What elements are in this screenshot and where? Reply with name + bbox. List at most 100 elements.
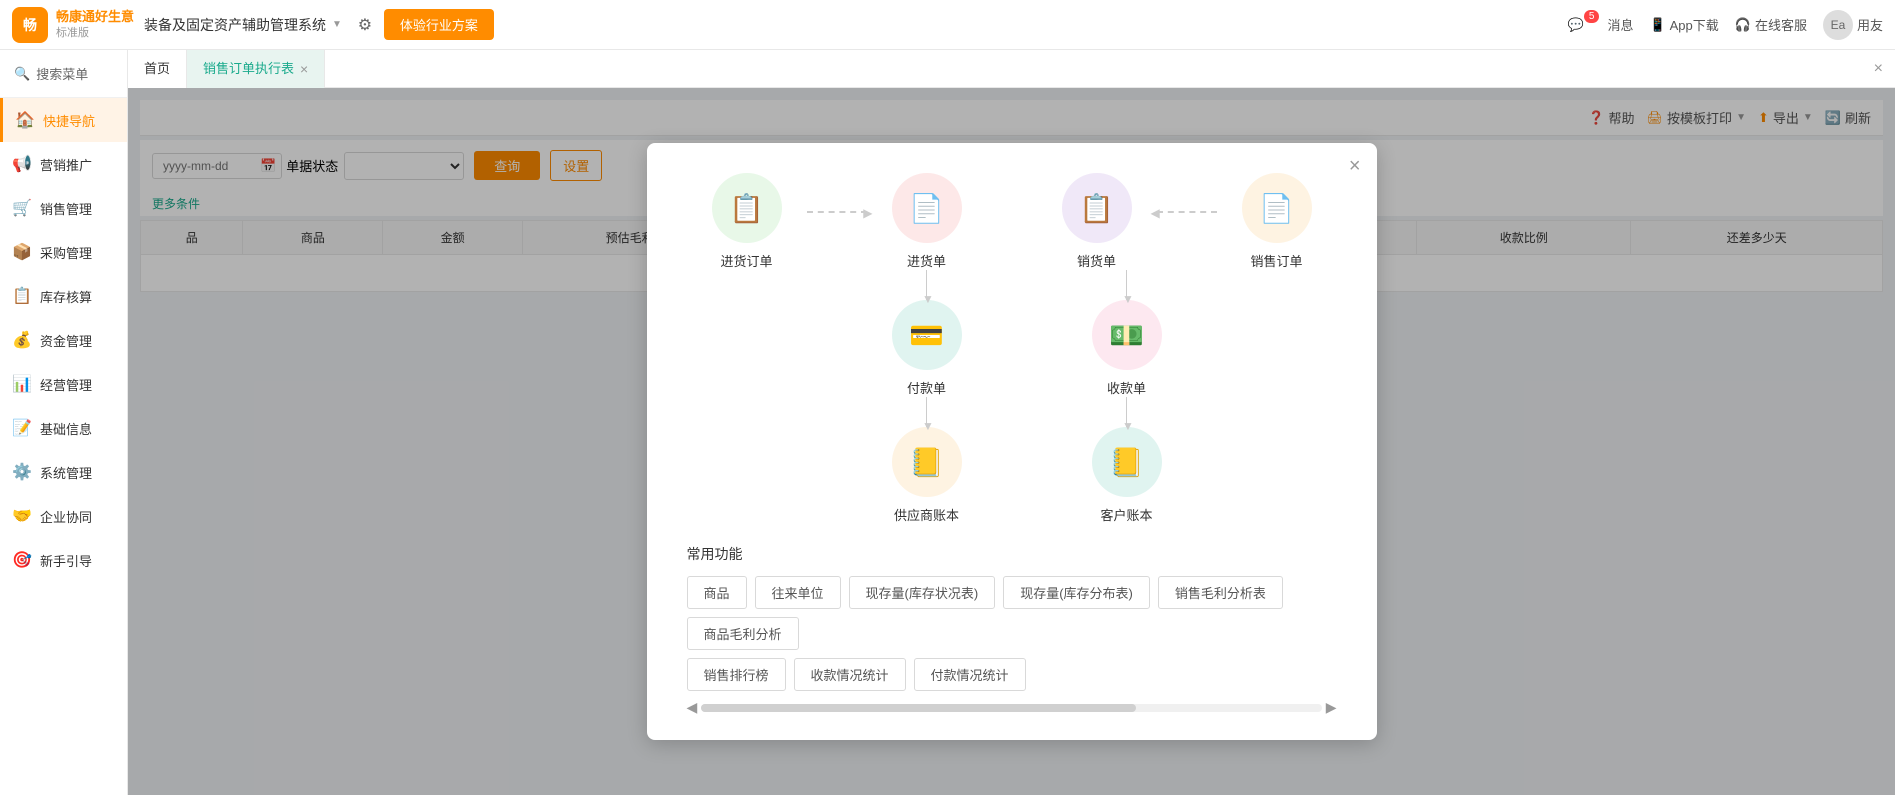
customer-account-circle[interactable]: 📒 — [1092, 427, 1162, 497]
spacer-v2-3 — [987, 397, 1067, 427]
payment-circle[interactable]: 💳 — [892, 300, 962, 370]
logo-text: 畅康通好生意 标准版 — [56, 9, 134, 40]
gear-icon[interactable]: ⚙ — [356, 16, 374, 34]
tab-bar: 首页 销售订单执行表 × × — [128, 50, 1895, 88]
app-download-item[interactable]: 📱 App下载 — [1649, 15, 1718, 34]
func-btn-partner[interactable]: 往来单位 — [755, 576, 841, 609]
sidebar-label-purchase: 采购管理 — [40, 243, 92, 262]
modal-overlay: × 📋 进 — [128, 88, 1895, 795]
message-label: 消息 — [1607, 15, 1633, 34]
sales-bill-label: 销货单 — [1077, 251, 1116, 270]
sidebar-search[interactable]: 🔍 搜索菜单 — [0, 50, 127, 98]
logo-area: 畅 畅康通好生意 标准版 — [12, 7, 134, 43]
sidebar-item-basic[interactable]: 📝 基础信息 — [0, 406, 127, 450]
sidebar-item-finance[interactable]: 💰 资金管理 — [0, 318, 127, 362]
search-menu-btn[interactable]: 🔍 搜索菜单 — [8, 60, 119, 87]
receipt-circle[interactable]: 💵 — [1092, 300, 1162, 370]
payment-label: 付款单 — [907, 378, 946, 397]
try-btn[interactable]: 体验行业方案 — [384, 9, 494, 40]
sidebar-item-enterprise[interactable]: 🤝 企业协同 — [0, 494, 127, 538]
headset-icon: 🎧 — [1735, 17, 1751, 33]
sidebar-item-guide[interactable]: 🎯 新手引导 — [0, 538, 127, 582]
func-btn-sales-rank[interactable]: 销售排行榜 — [687, 658, 786, 691]
scroll-right-btn[interactable]: ▶ — [1326, 699, 1337, 716]
marketing-icon: 📢 — [12, 154, 32, 174]
func-btn-sales-margin[interactable]: 销售毛利分析表 — [1158, 576, 1283, 609]
flow-section: 📋 进货订单 ▶ — [687, 173, 1337, 524]
home-icon: 🏠 — [15, 110, 35, 130]
scroll-thumb[interactable] — [701, 704, 1135, 712]
func-btn-stock-dist[interactable]: 现存量(库存分布表) — [1003, 576, 1150, 609]
supplier-account-circle[interactable]: 📒 — [892, 427, 962, 497]
enterprise-icon: 🤝 — [12, 506, 32, 526]
purchase-bill-node[interactable]: 📄 进货单 — [867, 173, 987, 270]
basic-icon: 📝 — [12, 418, 32, 438]
func-btn-goods-margin[interactable]: 商品毛利分析 — [687, 617, 799, 650]
logo-line2: 标准版 — [56, 26, 134, 40]
flow-row-3: 📒 供应商账本 📒 客户账本 — [687, 427, 1337, 524]
sidebar-item-purchase[interactable]: 📦 采购管理 — [0, 230, 127, 274]
tab-close-btn[interactable]: × — [300, 50, 308, 88]
func-btn-goods[interactable]: 商品 — [687, 576, 747, 609]
purchase-arrow: ▶ — [807, 211, 867, 233]
page-content: ❓ 帮助 🖨 按模板打印 ▼ ⬆ 导出 ▼ 🔄 — [128, 88, 1895, 795]
sidebar-item-sales[interactable]: 🛒 销售管理 — [0, 186, 127, 230]
app-download-label: App下载 — [1670, 15, 1719, 34]
purchase-order-circle[interactable]: 📋 — [712, 173, 782, 243]
tab-sales-order-label: 销售订单执行表 — [203, 50, 294, 88]
purchase-bill-circle[interactable]: 📄 — [892, 173, 962, 243]
sales-order-node[interactable]: 📄 销售订单 — [1217, 173, 1337, 270]
func-btns-row1: 商品 往来单位 现存量(库存状况表) 现存量(库存分布表) 销售毛利分析表 商品… — [687, 576, 1337, 650]
search-icon: 🔍 — [14, 66, 30, 82]
sidebar-item-marketing[interactable]: 📢 营销推广 — [0, 142, 127, 186]
tab-sales-order[interactable]: 销售订单执行表 × — [187, 50, 325, 88]
sales-icon: 🛒 — [12, 198, 32, 218]
sales-order-circle[interactable]: 📄 — [1242, 173, 1312, 243]
purchase-bill-label: 进货单 — [907, 251, 946, 270]
system-dropdown-arrow[interactable]: ▼ — [332, 19, 342, 30]
sidebar-label-system: 系统管理 — [40, 463, 92, 482]
common-title: 常用功能 — [687, 544, 1337, 564]
supplier-account-node[interactable]: 📒 供应商账本 — [867, 427, 987, 524]
sidebar-item-operation[interactable]: 📊 经营管理 — [0, 362, 127, 406]
app-container: 畅 畅康通好生意 标准版 装备及固定资产辅助管理系统 ▼ ⚙ 体验行业方案 💬 … — [0, 0, 1895, 795]
sidebar-item-quick-nav[interactable]: 🏠 快捷导航 — [0, 98, 127, 142]
modal: × 📋 进 — [647, 143, 1377, 740]
sidebar-item-inventory[interactable]: 📋 库存核算 — [0, 274, 127, 318]
customer-account-node[interactable]: 📒 客户账本 — [1067, 427, 1187, 524]
modal-close-btn[interactable]: × — [1349, 155, 1361, 178]
spacer-2 — [807, 270, 867, 300]
sidebar-item-system[interactable]: ⚙️ 系统管理 — [0, 450, 127, 494]
spacer-3 — [987, 270, 1067, 300]
content-area: 首页 销售订单执行表 × × ❓ 帮助 🖨 按模板打印 — [128, 50, 1895, 795]
func-btn-stock-status[interactable]: 现存量(库存状况表) — [849, 576, 996, 609]
modal-scrollbar: ◀ ▶ — [687, 691, 1337, 720]
main-area: 🔍 搜索菜单 🏠 快捷导航 📢 营销推广 🛒 销售管理 📦 采购管理 — [0, 50, 1895, 795]
message-badge: 5 — [1584, 10, 1600, 23]
spacer-1 — [687, 270, 807, 300]
scroll-track[interactable] — [701, 704, 1321, 712]
sales-arrow: ◀ — [1157, 211, 1217, 233]
tab-home[interactable]: 首页 — [128, 50, 187, 88]
sales-order-label: 销售订单 — [1250, 251, 1302, 270]
sales-bill-node[interactable]: 📋 销货单 — [1037, 173, 1157, 270]
flow-arrows-v2: ▼ ▼ — [687, 397, 1337, 427]
user-item[interactable]: Ea 用友 — [1823, 10, 1883, 40]
scroll-left-btn[interactable]: ◀ — [687, 699, 698, 716]
purchase-order-node[interactable]: 📋 进货订单 — [687, 173, 807, 270]
sidebar-label-sales: 销售管理 — [40, 199, 92, 218]
receipt-node[interactable]: 💵 收款单 — [1067, 300, 1187, 397]
sales-bill-circle[interactable]: 📋 — [1062, 173, 1132, 243]
sidebar: 🔍 搜索菜单 🏠 快捷导航 📢 营销推广 🛒 销售管理 📦 采购管理 — [0, 50, 128, 795]
flow-row-1: 📋 进货订单 ▶ — [687, 173, 1337, 270]
payment-node[interactable]: 💳 付款单 — [867, 300, 987, 397]
flow-row-2: 💳 付款单 💵 收款单 — [687, 300, 1337, 397]
message-item[interactable]: 💬 5 消息 — [1568, 15, 1634, 34]
online-service-item[interactable]: 🎧 在线客服 — [1735, 15, 1807, 34]
sidebar-label-guide: 新手引导 — [40, 551, 92, 570]
sidebar-label-operation: 经营管理 — [40, 375, 92, 394]
tab-close-all-btn[interactable]: × — [1862, 60, 1895, 78]
func-btn-payment-stats[interactable]: 付款情况统计 — [914, 658, 1026, 691]
logo-line1: 畅康通好生意 — [56, 9, 134, 26]
func-btn-receipt-stats[interactable]: 收款情况统计 — [794, 658, 906, 691]
